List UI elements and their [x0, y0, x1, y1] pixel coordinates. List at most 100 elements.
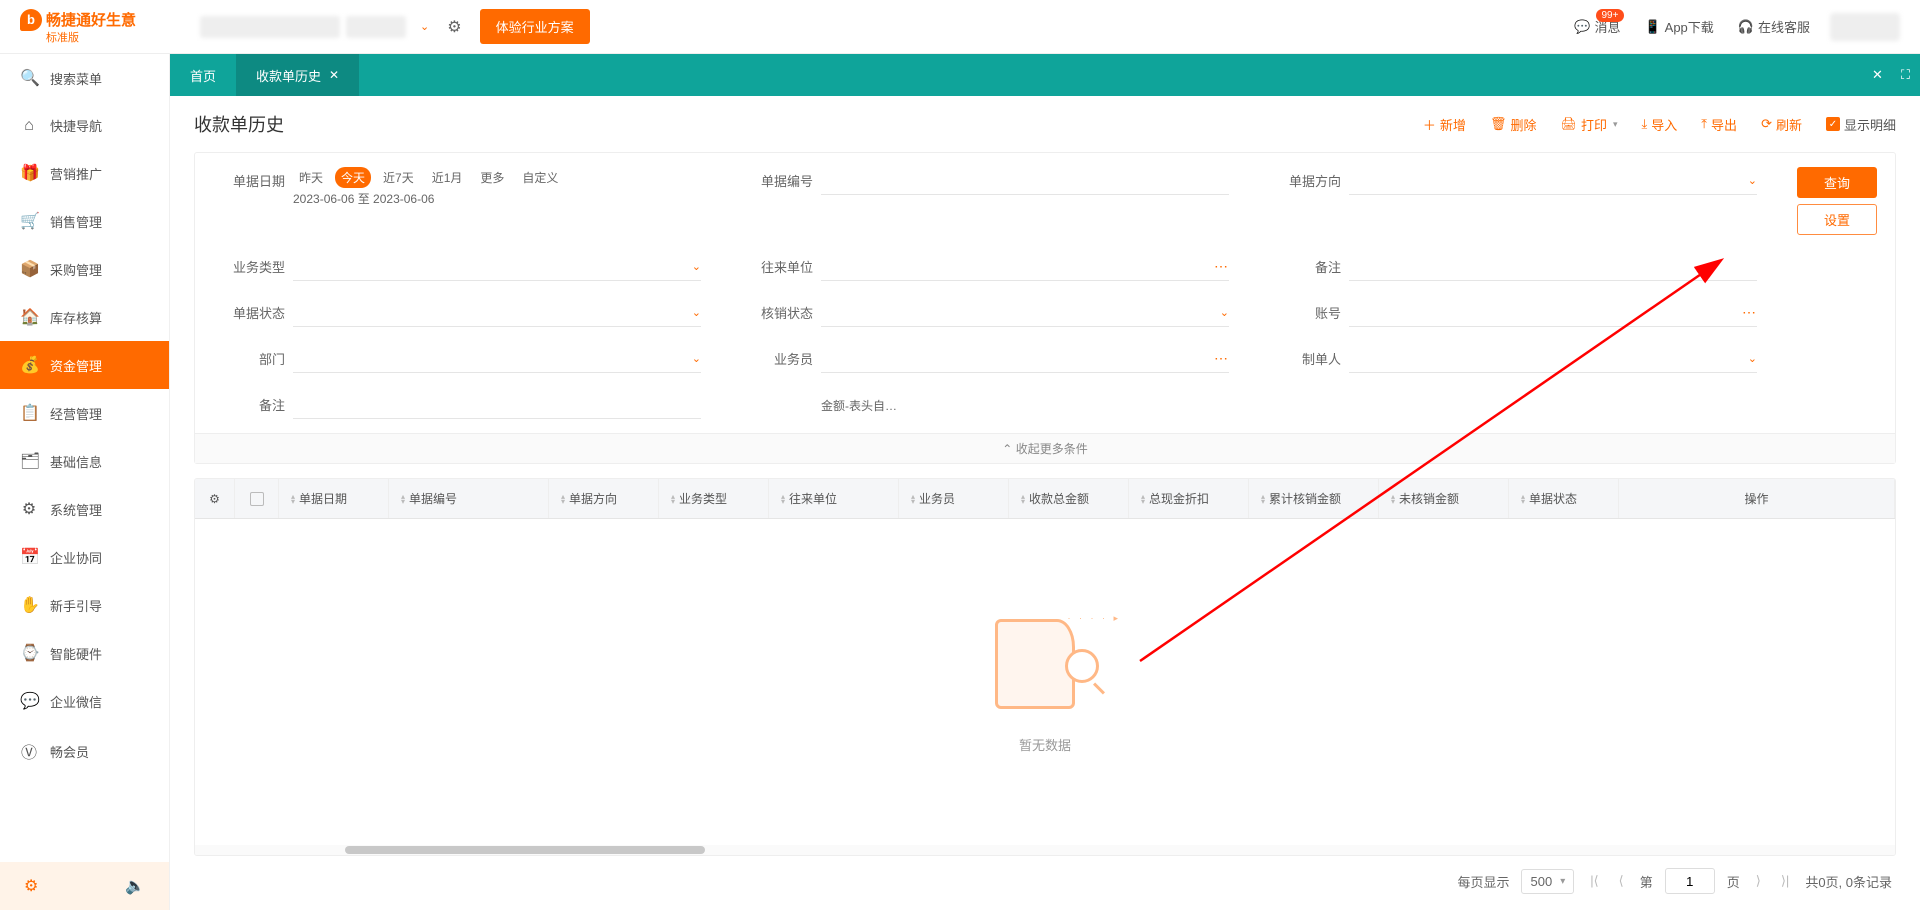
column-header-0[interactable]: ▴▾单据日期	[279, 479, 389, 518]
date-range-text: 2023-06-06 至 2023-06-06	[293, 190, 701, 207]
filter-direction-select[interactable]: ⌄	[1349, 167, 1757, 195]
filter-remark2-input[interactable]	[293, 391, 701, 419]
select-all-checkbox[interactable]	[235, 479, 279, 518]
online-cs-link[interactable]: 🎧 在线客服	[1738, 17, 1810, 36]
filter-partner-picker[interactable]: ⋯	[821, 253, 1229, 281]
fullscreen-icon[interactable]: ⛶	[1901, 67, 1910, 83]
volume-icon[interactable]: 🔈	[125, 876, 145, 896]
experience-button[interactable]: 体验行业方案	[480, 9, 590, 44]
date-chip-0[interactable]: 昨天	[293, 167, 329, 188]
filter-remark-input[interactable]	[1349, 253, 1757, 281]
column-header-6[interactable]: ▴▾收款总金额	[1009, 479, 1129, 518]
filter-partner: 往来单位 ⋯	[741, 253, 1229, 281]
sidebar-item-14[interactable]: Ⓥ畅会员	[0, 725, 169, 777]
table-settings-icon[interactable]: ⚙	[195, 479, 235, 518]
filter-remark: 备注	[1269, 253, 1757, 281]
column-label: 业务类型	[679, 490, 727, 507]
sidebar-icon: ⌚	[20, 643, 38, 663]
settings-gear-icon[interactable]: ⚙	[24, 876, 38, 896]
column-header-9[interactable]: ▴▾未核销金额	[1379, 479, 1509, 518]
add-button[interactable]: ＋新增	[1423, 115, 1466, 134]
collapse-filters-button[interactable]: ⌃ 收起更多条件	[195, 433, 1895, 463]
filter-verify-status-select[interactable]: ⌄	[821, 299, 1229, 327]
tab-0[interactable]: 首页	[170, 54, 236, 96]
gear-icon[interactable]: ⚙	[447, 17, 461, 37]
sidebar-item-8[interactable]: 🗂基础信息	[0, 437, 169, 485]
date-chip-1[interactable]: 今天	[335, 167, 371, 188]
delete-label: 删除	[1510, 115, 1536, 134]
filter-date: 单据日期 昨天今天近7天近1月更多自定义 2023-06-06 至 2023-0…	[213, 167, 701, 235]
export-button[interactable]: ⤒导出	[1701, 115, 1737, 134]
date-chip-3[interactable]: 近1月	[426, 167, 469, 188]
close-icon[interactable]: ✕	[329, 68, 339, 82]
chevron-down-icon: ⌄	[1748, 174, 1757, 187]
sidebar-item-12[interactable]: ⌚智能硬件	[0, 629, 169, 677]
checkbox-checked-icon: ✓	[1826, 117, 1840, 131]
date-chip-4[interactable]: 更多	[474, 167, 510, 188]
column-header-11[interactable]: 操作	[1619, 479, 1895, 518]
sidebar-item-0[interactable]: 🔍搜索菜单	[0, 54, 169, 102]
search-button[interactable]: 查询	[1797, 167, 1877, 198]
filter-operator: 业务员 ⋯	[741, 345, 1229, 373]
filter-biztype-select[interactable]: ⌄	[293, 253, 701, 281]
column-header-7[interactable]: ▴▾总现金折扣	[1129, 479, 1249, 518]
column-header-8[interactable]: ▴▾累计核销金额	[1249, 479, 1379, 518]
sidebar-item-11[interactable]: ✋新手引导	[0, 581, 169, 629]
date-chip-2[interactable]: 近7天	[377, 167, 420, 188]
logo: b 畅捷通好生意 标准版	[20, 9, 180, 45]
date-chip-5[interactable]: 自定义	[516, 167, 564, 188]
sidebar-item-7[interactable]: 📋经营管理	[0, 389, 169, 437]
filter-status-select[interactable]: ⌄	[293, 299, 701, 327]
filter-number-input[interactable]	[821, 167, 1229, 195]
tab-close-all-icon[interactable]: ✕	[1872, 67, 1883, 83]
column-header-1[interactable]: ▴▾单据编号	[389, 479, 549, 518]
page-number-input[interactable]	[1665, 868, 1715, 894]
sidebar-item-5[interactable]: 🏠库存核算	[0, 293, 169, 341]
first-page-button[interactable]: |⟨	[1586, 873, 1602, 889]
filter-operator-picker[interactable]: ⋯	[821, 345, 1229, 373]
sidebar-item-9[interactable]: ⚙系统管理	[0, 485, 169, 533]
tab-1[interactable]: 收款单历史✕	[236, 54, 359, 96]
settings-button[interactable]: 设置	[1797, 204, 1877, 235]
sidebar-item-2[interactable]: 🎁营销推广	[0, 149, 169, 197]
sidebar-item-6[interactable]: 💰资金管理	[0, 341, 169, 389]
import-button[interactable]: ⤓导入	[1642, 115, 1678, 134]
filter-status: 单据状态 ⌄	[213, 299, 701, 327]
filter-dept-select[interactable]: ⌄	[293, 345, 701, 373]
sidebar-icon: 🗂	[20, 451, 38, 471]
show-detail-toggle[interactable]: ✓显示明细	[1826, 115, 1896, 134]
refresh-button[interactable]: ⟳刷新	[1761, 115, 1802, 134]
sidebar-item-13[interactable]: 💬企业微信	[0, 677, 169, 725]
filter-amount-input[interactable]: 金额-表头自…	[821, 391, 1229, 419]
app-download-link[interactable]: 📱 App下载	[1644, 17, 1713, 36]
delete-button[interactable]: 🗑删除	[1490, 115, 1537, 134]
column-header-10[interactable]: ▴▾单据状态	[1509, 479, 1619, 518]
user-avatar-blur[interactable]	[1830, 13, 1900, 41]
messages-badge: 99+	[1596, 9, 1625, 22]
collapse-label: 收起更多条件	[1016, 442, 1088, 456]
filter-creator: 制单人 ⌄	[1269, 345, 1757, 373]
sidebar-item-4[interactable]: 📦采购管理	[0, 245, 169, 293]
company-selector[interactable]: ⌄	[200, 16, 429, 38]
horizontal-scrollbar[interactable]	[195, 845, 1895, 855]
column-header-3[interactable]: ▴▾业务类型	[659, 479, 769, 518]
next-page-button[interactable]: ⟩	[1752, 873, 1765, 889]
print-button[interactable]: 🖨打印▾	[1560, 115, 1617, 134]
filter-creator-select[interactable]: ⌄	[1349, 345, 1757, 373]
last-page-button[interactable]: ⟩|	[1777, 873, 1793, 889]
messages-link[interactable]: 💬 消息 99+	[1574, 17, 1620, 36]
column-header-4[interactable]: ▴▾往来单位	[769, 479, 899, 518]
sidebar-item-10[interactable]: 📅企业协同	[0, 533, 169, 581]
filter-account-picker[interactable]: ⋯	[1349, 299, 1757, 327]
prev-page-button[interactable]: ⟨	[1615, 873, 1628, 889]
column-header-5[interactable]: ▴▾业务员	[899, 479, 1009, 518]
column-header-2[interactable]: ▴▾单据方向	[549, 479, 659, 518]
sidebar-item-label: 资金管理	[50, 356, 102, 375]
chevron-down-icon: ⌄	[1748, 352, 1757, 365]
sidebar-item-3[interactable]: 🛒销售管理	[0, 197, 169, 245]
sidebar-icon: ⚙	[20, 499, 38, 519]
page-toolbar: 收款单历史 ＋新增 🗑删除 🖨打印▾ ⤓导入 ⤒导出 ⟳刷新 ✓显示明细	[194, 96, 1896, 152]
sidebar-item-1[interactable]: ⌂快捷导航	[0, 102, 169, 149]
sidebar-footer: ⚙ 🔈	[0, 862, 169, 910]
per-page-select[interactable]: 500▾	[1521, 869, 1574, 894]
